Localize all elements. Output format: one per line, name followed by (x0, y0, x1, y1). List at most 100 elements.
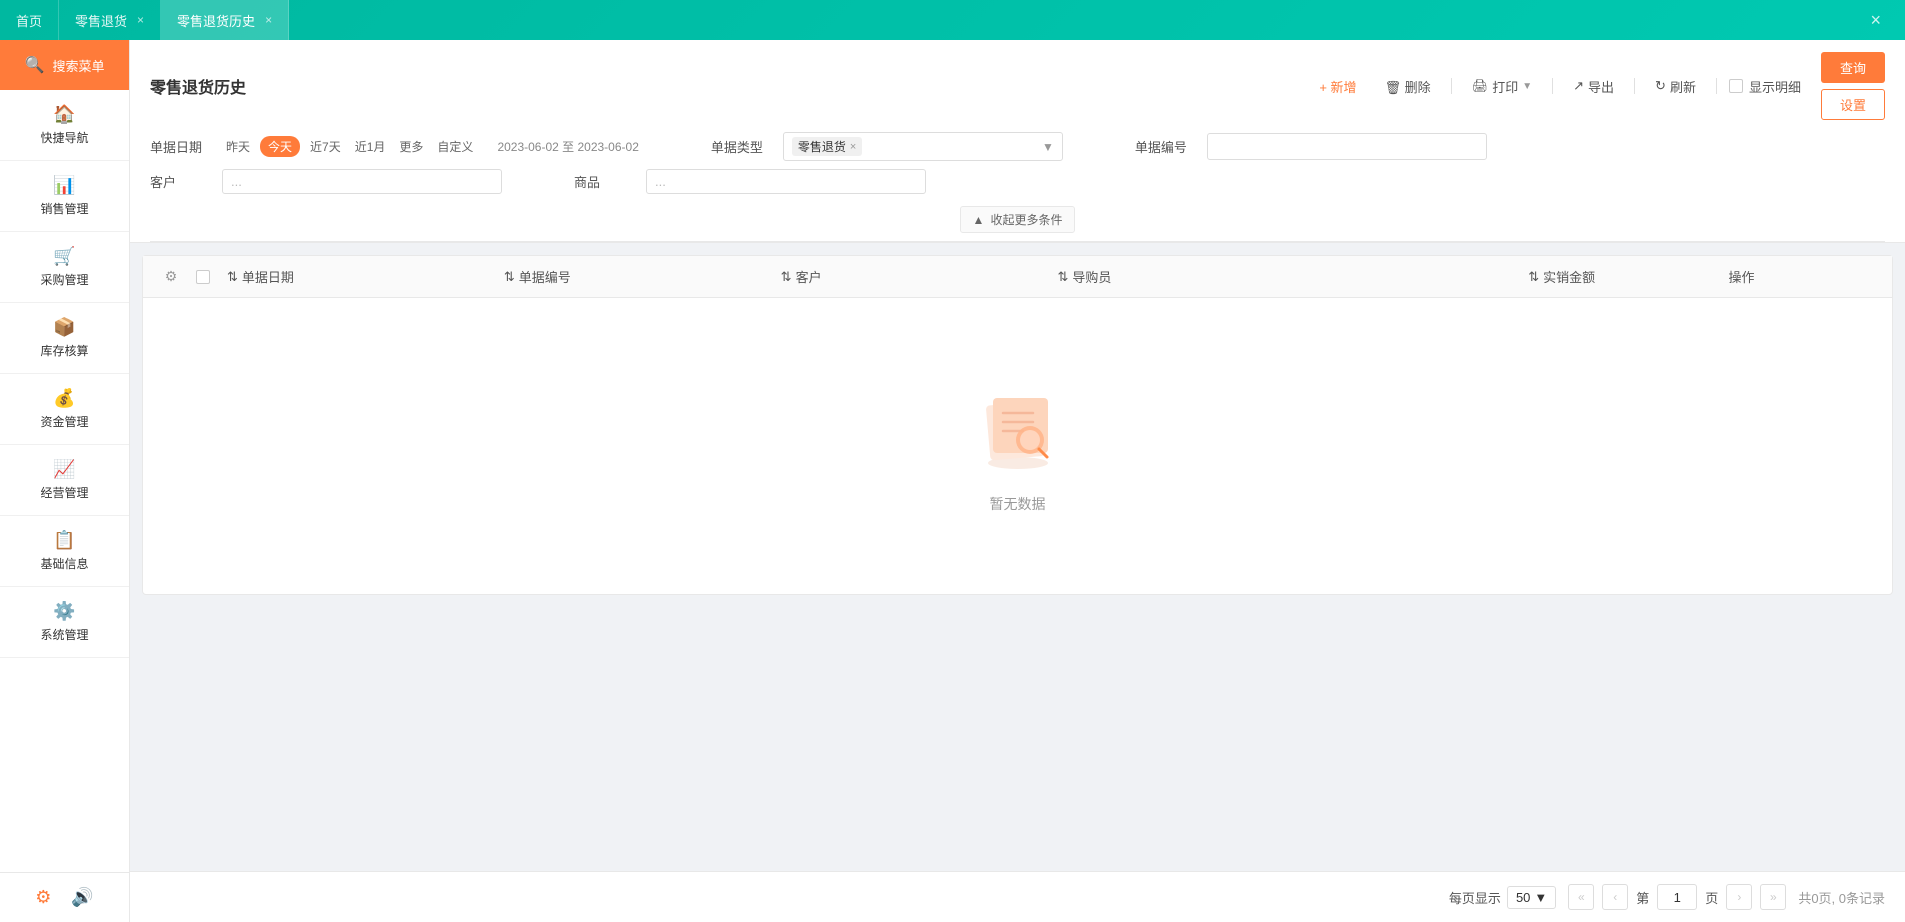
pagination-bar: 每页显示 50 ▼ « ‹ 第 页 › » 共0页, 0条记录 (130, 871, 1905, 922)
export-icon: ↗ (1573, 78, 1584, 94)
sidebar-item-sales-label: 销售管理 (40, 200, 88, 217)
operation-icon: 📈 (53, 459, 75, 480)
page-size-dropdown[interactable]: 50 ▼ (1507, 886, 1556, 909)
search-icon: 🔍 (25, 55, 45, 75)
sidebar-item-system-label: 系统管理 (40, 626, 88, 643)
export-button[interactable]: ↗ 导出 (1565, 73, 1622, 100)
divider-3 (1634, 78, 1635, 94)
display-detail-toggle[interactable]: 显示明细 (1729, 77, 1801, 96)
sidebar-item-quick-nav[interactable]: 🏠 快捷导航 (0, 90, 129, 161)
sidebar-search-label: 搜索菜单 (52, 56, 104, 75)
refresh-button[interactable]: ↻ 刷新 (1647, 73, 1704, 100)
page-nav: « ‹ 第 页 › » (1568, 884, 1786, 910)
settings-button[interactable]: 设置 (1821, 89, 1885, 120)
first-page-button[interactable]: « (1568, 884, 1594, 910)
goods-select[interactable]: ... (646, 169, 926, 194)
sidebar-item-operation[interactable]: 📈 经营管理 (0, 445, 129, 516)
next-page-button[interactable]: › (1726, 884, 1752, 910)
audio-icon[interactable]: 🔊 (71, 887, 93, 908)
filter-area: 单据日期 昨天 今天 近7天 近1月 更多 自定义 2023-06-02 至 2… (150, 132, 1885, 242)
th-customer[interactable]: ⇅ 客户 (773, 267, 1050, 286)
th-guide-sort-icon: ⇅ (1057, 269, 1068, 285)
sidebar-item-system[interactable]: ⚙️ 系统管理 (0, 587, 129, 658)
tab-retail-return-history[interactable]: 零售退货历史 × (161, 0, 289, 40)
th-amount-sort-icon: ⇅ (1528, 269, 1539, 285)
sidebar-search-button[interactable]: 🔍 搜索菜单 (0, 40, 129, 90)
customer-select[interactable]: ... (222, 169, 502, 194)
th-guide[interactable]: ⇅ 导购员 (1049, 267, 1326, 286)
customer-placeholder: ... (231, 174, 242, 189)
sidebar-bottom: ⚙ 🔊 (0, 872, 129, 922)
sidebar: 🔍 搜索菜单 🏠 快捷导航 📊 销售管理 🛒 采购管理 📦 库存核算 💰 (0, 40, 130, 922)
th-amount[interactable]: ⇅ 实销金额 (1326, 267, 1603, 286)
empty-icon (968, 378, 1068, 478)
sales-icon: 📊 (53, 175, 75, 196)
th-date[interactable]: ⇅ 单据日期 (219, 267, 496, 286)
delete-button[interactable]: 🗑 删除 (1377, 73, 1439, 100)
display-label: 显示明细 (1749, 77, 1801, 96)
basic-info-icon: 📋 (53, 530, 75, 551)
sidebar-item-sales[interactable]: 📊 销售管理 (0, 161, 129, 232)
th-doc-no[interactable]: ⇅ 单据编号 (496, 267, 773, 286)
th-amount-label: 实销金额 (1543, 267, 1595, 286)
last-page-button[interactable]: » (1760, 884, 1786, 910)
inventory-icon: 📦 (53, 317, 75, 338)
customer-label: 客户 (150, 172, 206, 191)
date-opt-custom[interactable]: 自定义 (433, 136, 477, 157)
prev-page-button[interactable]: ‹ (1602, 884, 1628, 910)
sidebar-item-finance[interactable]: 💰 资金管理 (0, 374, 129, 445)
display-checkbox[interactable] (1729, 79, 1743, 93)
tab-home[interactable]: 首页 (0, 0, 59, 40)
collapse-button[interactable]: ▲ 收起更多条件 (960, 206, 1076, 233)
page-title: 零售退货历史 (150, 74, 246, 98)
window-close-button[interactable]: × (1862, 6, 1889, 35)
page-header: 零售退货历史 + 新增 🗑 删除 🖨 🖨 打印 打印 ▼ ↗ 导出 (130, 40, 1905, 243)
sidebar-item-basic-info-label: 基础信息 (40, 555, 88, 572)
sidebar-item-purchase[interactable]: 🛒 采购管理 (0, 232, 129, 303)
date-opt-today[interactable]: 今天 (260, 136, 300, 157)
th-settings[interactable]: ⚙ (155, 268, 187, 285)
date-opt-more[interactable]: 更多 (395, 136, 427, 157)
content-area: 零售退货历史 + 新增 🗑 删除 🖨 🖨 打印 打印 ▼ ↗ 导出 (130, 40, 1905, 922)
date-opt-last7[interactable]: 近7天 (306, 136, 345, 157)
th-checkbox[interactable] (187, 270, 219, 284)
date-opt-yesterday[interactable]: 昨天 (222, 136, 254, 157)
tab-home-label: 首页 (16, 11, 42, 30)
query-button[interactable]: 查询 (1821, 52, 1885, 83)
tab-retail-return-close[interactable]: × (137, 13, 144, 27)
doc-type-select[interactable]: 零售退货 × ▼ (783, 132, 1063, 161)
doc-no-input[interactable] (1207, 133, 1487, 160)
select-all-checkbox[interactable] (196, 270, 210, 284)
refresh-text: 刷新 (1670, 77, 1696, 96)
refresh-icon: ↻ (1655, 78, 1666, 94)
purchase-icon: 🛒 (53, 246, 75, 267)
page-size-select: 每页显示 50 ▼ (1449, 886, 1556, 909)
add-button[interactable]: + 新增 (1311, 73, 1364, 100)
home-icon: 🏠 (53, 104, 75, 125)
doc-type-tag-close[interactable]: × (850, 141, 856, 153)
filter-row-2: 客户 ... 商品 ... (150, 169, 1885, 194)
page-total-label: 页 (1705, 888, 1718, 907)
tab-retail-return[interactable]: 零售退货 × (59, 0, 161, 40)
page-number-input[interactable] (1657, 884, 1697, 910)
goods-placeholder: ... (655, 174, 666, 189)
tab-retail-return-label: 零售退货 (75, 11, 127, 30)
sidebar-item-inventory[interactable]: 📦 库存核算 (0, 303, 129, 374)
doc-type-tag: 零售退货 × (792, 137, 862, 156)
page-size-arrow: ▼ (1534, 890, 1547, 905)
filter-row-1: 单据日期 昨天 今天 近7天 近1月 更多 自定义 2023-06-02 至 2… (150, 132, 1885, 161)
print-button[interactable]: 🖨 🖨 打印 打印 ▼ (1464, 73, 1540, 100)
print-text: 打印 (1492, 77, 1518, 96)
sidebar-item-basic-info[interactable]: 📋 基础信息 (0, 516, 129, 587)
sidebar-nav: 🏠 快捷导航 📊 销售管理 🛒 采购管理 📦 库存核算 💰 资金管理 📈 (0, 90, 129, 872)
collapse-row: ▲ 收起更多条件 (150, 202, 1885, 233)
goods-label: 商品 (574, 172, 630, 191)
settings-bottom-icon[interactable]: ⚙ (35, 887, 51, 908)
date-opt-last1m[interactable]: 近1月 (351, 136, 390, 157)
date-filter-label: 单据日期 (150, 137, 206, 156)
empty-text: 暂无数据 (990, 494, 1046, 514)
date-range-display: 2023-06-02 至 2023-06-02 (497, 138, 638, 155)
sidebar-item-purchase-label: 采购管理 (40, 271, 88, 288)
tab-retail-return-history-close[interactable]: × (265, 13, 272, 27)
page-title-row: 零售退货历史 + 新增 🗑 删除 🖨 🖨 打印 打印 ▼ ↗ 导出 (150, 52, 1885, 120)
